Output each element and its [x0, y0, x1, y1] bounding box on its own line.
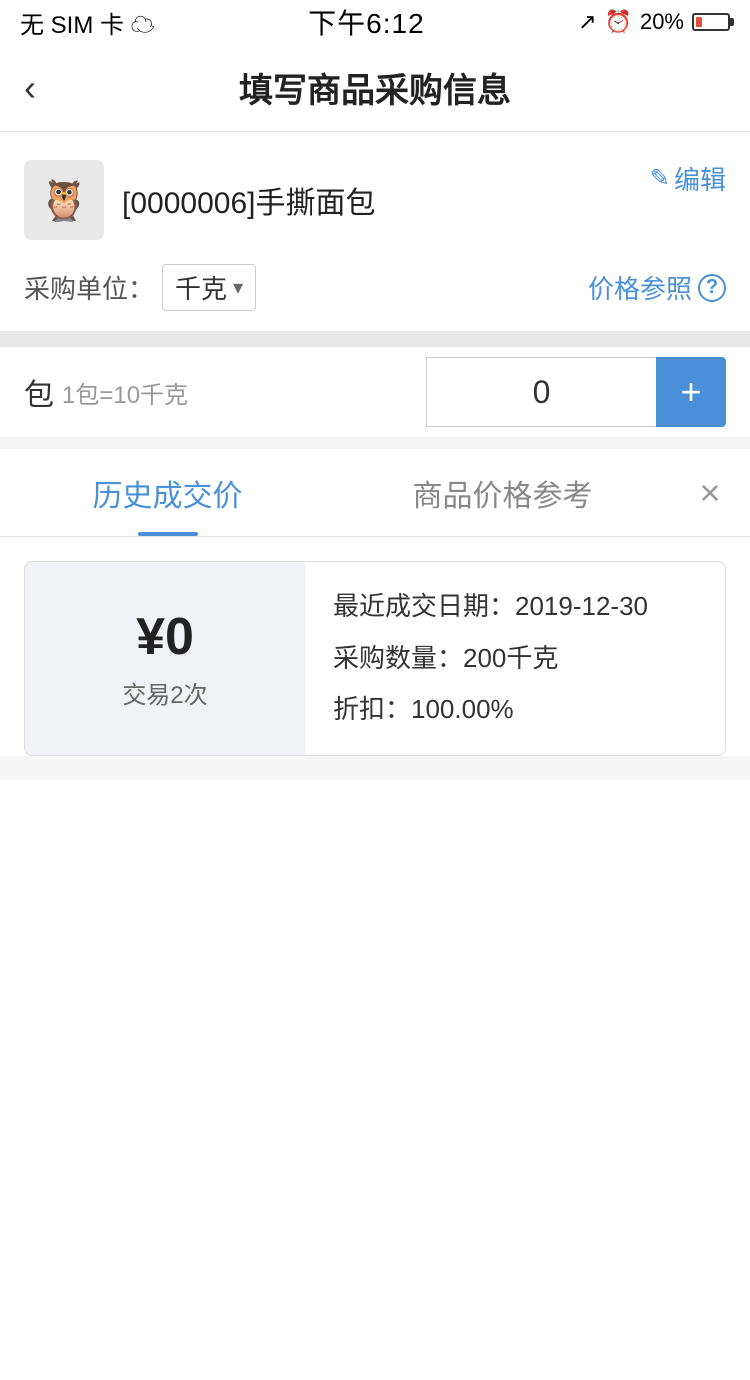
quantity-plus-button[interactable]: + — [656, 357, 726, 427]
history-trades-count: 交易2次 — [122, 675, 207, 710]
back-button[interactable]: ‹ — [24, 67, 36, 109]
nav-bar: ‹ 填写商品采购信息 — [0, 44, 750, 132]
unit-select[interactable]: 千克 ▾ — [162, 264, 256, 311]
package-unit-main: 包 — [24, 370, 54, 414]
history-quantity-label: 采购数量： — [333, 643, 463, 673]
history-date-label: 最近成交日期： — [333, 591, 515, 621]
signal-text: 无 SIM 卡 ☁ — [20, 5, 155, 40]
package-unit-conversion: 1包=10千克 — [62, 375, 188, 410]
alarm-icon: ⏰ — [605, 9, 632, 35]
dropdown-arrow-icon: ▾ — [233, 275, 243, 300]
status-right: ↗ ⏰ 20% — [578, 9, 730, 35]
battery-percent: 20% — [640, 9, 684, 35]
tab-history-price[interactable]: 历史成交价 — [0, 449, 335, 536]
status-time: 下午6:12 — [308, 2, 425, 42]
bottom-area — [0, 780, 750, 1380]
panel-tabs: 历史成交价 商品价格参考 × — [0, 449, 750, 537]
price-ref-label: 价格参照 — [588, 269, 692, 306]
unit-label: 采购单位： — [24, 269, 154, 306]
edit-icon: ✎ — [650, 164, 670, 193]
history-price-section: ¥0 交易2次 — [25, 562, 305, 755]
history-quantity: 采购数量：200千克 — [333, 638, 697, 680]
product-card: 🦉 [0000006]手撕面包 ✎ 编辑 采购单位： 千克 ▾ 价格参照 ? — [0, 132, 750, 331]
location-icon: ↗ — [578, 9, 596, 35]
status-bar: 无 SIM 卡 ☁ 下午6:12 ↗ ⏰ 20% — [0, 0, 750, 44]
history-discount-label: 折扣： — [333, 694, 411, 724]
unit-selector-group: 采购单位： 千克 ▾ — [24, 264, 256, 311]
quantity-input-group: + — [208, 357, 726, 427]
quantity-row: 包 1包=10千克 + — [0, 347, 750, 437]
tab-history-price-label: 历史成交价 — [93, 471, 243, 515]
history-price-value: ¥0 — [136, 607, 194, 667]
history-discount-value: 100.00% — [411, 694, 514, 724]
panel-close-button[interactable]: × — [670, 449, 750, 537]
product-unit-row: 采购单位： 千克 ▾ 价格参照 ? — [24, 264, 726, 311]
history-date: 最近成交日期：2019-12-30 — [333, 586, 697, 628]
product-header: 🦉 [0000006]手撕面包 ✎ 编辑 — [24, 160, 726, 240]
history-discount: 折扣：100.00% — [333, 689, 697, 731]
history-details-section: 最近成交日期：2019-12-30 采购数量：200千克 折扣：100.00% — [305, 562, 725, 755]
help-icon: ? — [698, 274, 726, 302]
product-name: [0000006]手撕面包 — [122, 178, 375, 222]
battery-icon — [692, 13, 730, 31]
price-reference-panel: 历史成交价 商品价格参考 × ¥0 交易2次 最近成交日期：2019-12-30… — [0, 449, 750, 756]
edit-button[interactable]: ✎ 编辑 — [650, 160, 726, 197]
status-left: 无 SIM 卡 ☁ — [20, 5, 155, 40]
price-ref-button[interactable]: 价格参照 ? — [588, 269, 726, 306]
product-icon: 🦉 — [39, 177, 89, 224]
history-date-value: 2019-12-30 — [515, 591, 648, 621]
package-unit: 包 1包=10千克 — [24, 370, 188, 414]
page-title: 填写商品采购信息 — [239, 63, 511, 112]
section-divider — [0, 331, 750, 347]
tab-product-price-label: 商品价格参考 — [413, 471, 593, 515]
product-thumbnail: 🦉 — [24, 160, 104, 240]
tab-active-indicator — [138, 532, 198, 536]
history-quantity-value: 200千克 — [463, 643, 558, 673]
product-info: 🦉 [0000006]手撕面包 — [24, 160, 375, 240]
quantity-input[interactable] — [426, 357, 656, 427]
tab-product-price[interactable]: 商品价格参考 — [335, 449, 670, 536]
history-card: ¥0 交易2次 最近成交日期：2019-12-30 采购数量：200千克 折扣：… — [24, 561, 726, 756]
unit-value: 千克 — [175, 269, 227, 306]
